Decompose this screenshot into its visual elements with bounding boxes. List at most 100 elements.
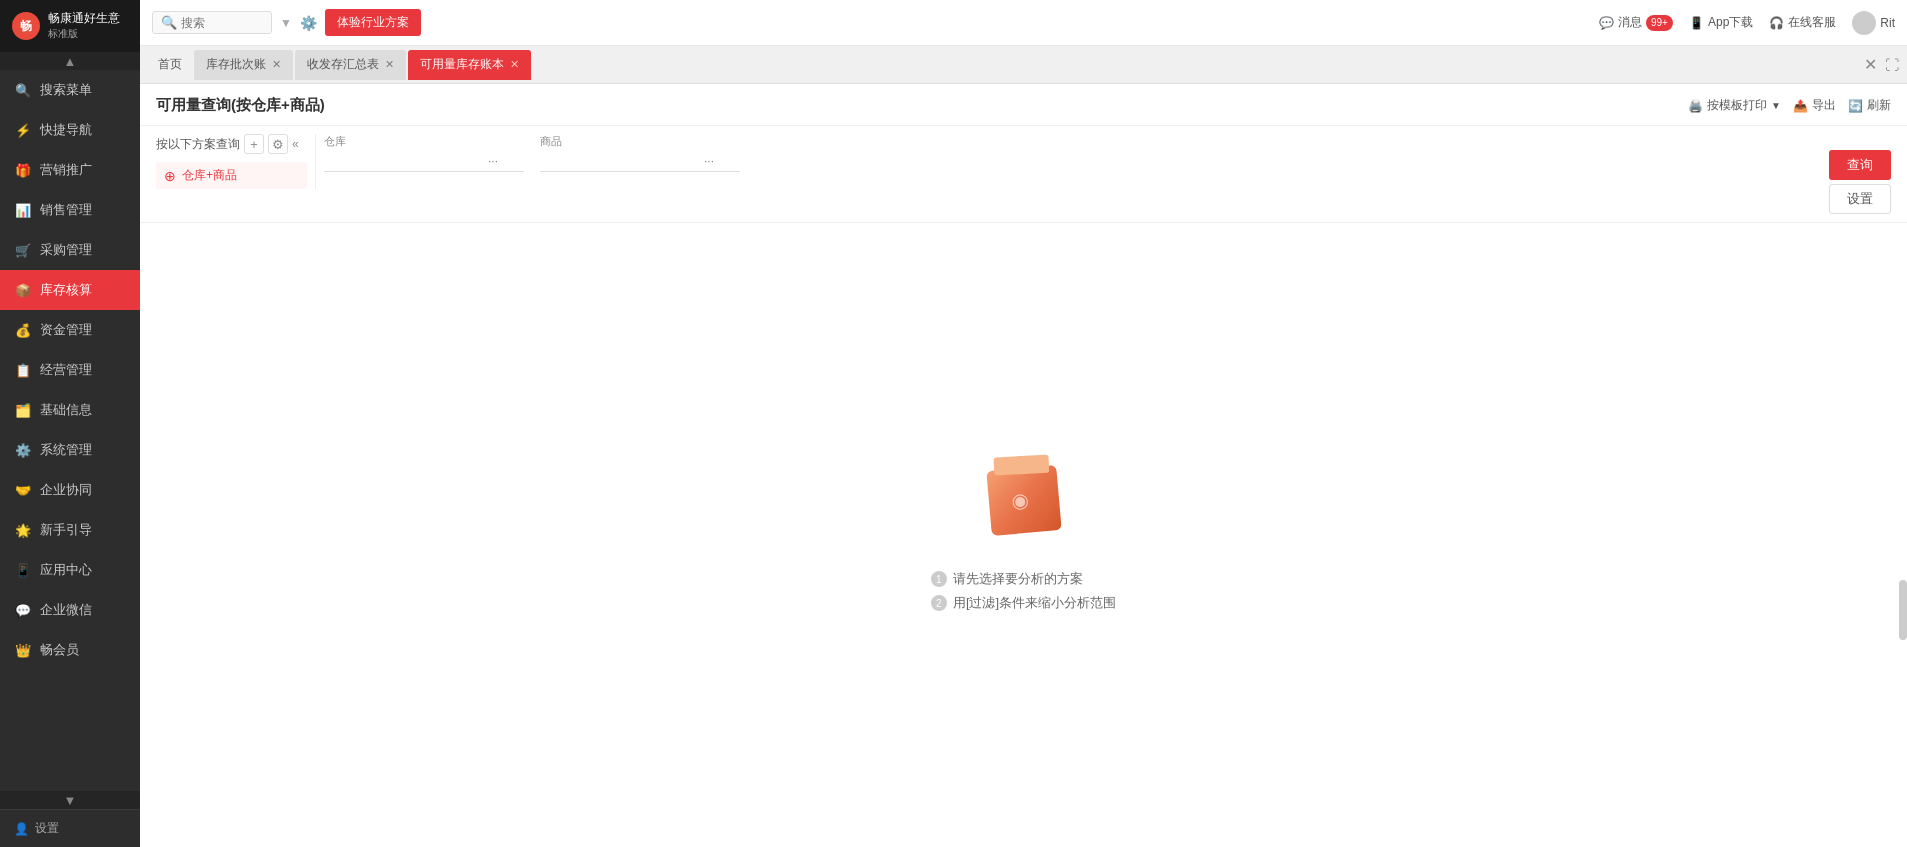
main-wrap: 🔍 ▼ ⚙️ 体验行业方案 💬 消息 99+ 📱 App下载 🎧 在线客服 Ri… xyxy=(140,0,1907,847)
empty-tip-1: 1 请先选择要分析的方案 xyxy=(931,570,1116,588)
sidebar-item-member[interactable]: 👑 畅会员 xyxy=(0,630,140,670)
marketing-icon: 🎁 xyxy=(14,161,32,179)
guide-icon: 🌟 xyxy=(14,521,32,539)
print-icon: 🖨️ xyxy=(1688,99,1703,113)
member-icon: 👑 xyxy=(14,641,32,659)
sidebar-scroll-up[interactable]: ▲ xyxy=(0,52,140,70)
topbar: 🔍 ▼ ⚙️ 体验行业方案 💬 消息 99+ 📱 App下载 🎧 在线客服 Ri… xyxy=(140,0,1907,46)
empty-state: 1 请先选择要分析的方案 2 用[过滤]条件来缩小分析范围 xyxy=(140,223,1907,847)
page-header-actions: 🖨️ 按模板打印 ▼ 📤 导出 🔄 刷新 xyxy=(1688,97,1891,114)
chevron-down-icon[interactable]: ▼ xyxy=(1771,100,1781,111)
operations-icon: 📋 xyxy=(14,361,32,379)
export-icon: 📤 xyxy=(1793,99,1808,113)
sidebar-item-guide[interactable]: 🌟 新手引导 xyxy=(0,510,140,550)
sidebar-item-base[interactable]: 🗂️ 基础信息 xyxy=(0,390,140,430)
page-content: 可用量查询(按仓库+商品) 🖨️ 按模板打印 ▼ 📤 导出 🔄 刷新 xyxy=(140,84,1907,847)
sidebar-item-operations[interactable]: 📋 经营管理 xyxy=(0,350,140,390)
settings-icon: 👤 xyxy=(14,822,29,836)
topbar-search-wrap: 🔍 xyxy=(152,11,272,34)
tab-summary-close[interactable]: ✕ xyxy=(385,58,394,71)
tabs-bar: 首页 库存批次账 ✕ 收发存汇总表 ✕ 可用量库存账本 ✕ ✕ ⛶ xyxy=(140,46,1907,84)
scheme-item-warehouse-product[interactable]: ⊕ 仓库+商品 xyxy=(156,162,307,189)
sidebar-item-shortcut[interactable]: ⚡ 快捷导航 xyxy=(0,110,140,150)
tabs-right-actions: ✕ ⛶ xyxy=(1864,57,1899,73)
filter-actions: 查询 设置 xyxy=(1829,134,1891,214)
message-button[interactable]: 💬 消息 99+ xyxy=(1599,14,1673,31)
empty-box-graphic xyxy=(986,465,1061,536)
print-button[interactable]: 🖨️ 按模板打印 ▼ xyxy=(1688,97,1781,114)
sidebar-footer[interactable]: 👤 设置 xyxy=(0,809,140,847)
sidebar-item-system[interactable]: ⚙️ 系统管理 xyxy=(0,430,140,470)
wechat-icon: 💬 xyxy=(14,601,32,619)
sidebar-nav: 🔍 搜索菜单 ⚡ 快捷导航 🎁 营销推广 📊 销售管理 🛒 采购管理 📦 库存核… xyxy=(0,70,140,791)
sidebar-subtitle: 标准版 xyxy=(48,27,120,41)
sidebar-item-finance[interactable]: 💰 资金管理 xyxy=(0,310,140,350)
refresh-button[interactable]: 🔄 刷新 xyxy=(1848,97,1891,114)
scheme-item-icon: ⊕ xyxy=(164,168,176,184)
tab-home[interactable]: 首页 xyxy=(148,50,192,80)
sidebar-header: 畅 畅康通好生意 标准版 xyxy=(0,0,140,52)
headset-icon: 🎧 xyxy=(1769,16,1784,30)
base-icon: 🗂️ xyxy=(14,401,32,419)
tab-summary[interactable]: 收发存汇总表 ✕ xyxy=(295,50,406,80)
empty-illustration xyxy=(974,458,1074,558)
product-input-wrap: ··· xyxy=(540,151,740,172)
tab-available[interactable]: 可用量库存账本 ✕ xyxy=(408,50,531,80)
search-input[interactable] xyxy=(181,16,261,30)
filter-settings-button[interactable]: 设置 xyxy=(1829,184,1891,214)
export-button[interactable]: 📤 导出 xyxy=(1793,97,1836,114)
sidebar-item-enterprise[interactable]: 🤝 企业协同 xyxy=(0,470,140,510)
sidebar-item-wechat[interactable]: 💬 企业微信 xyxy=(0,590,140,630)
filter-scheme-header: 按以下方案查询 + ⚙ « xyxy=(156,134,307,158)
filter-product-field: 商品 ··· xyxy=(540,134,740,172)
empty-tip-2: 2 用[过滤]条件来缩小分析范围 xyxy=(931,594,1116,612)
warehouse-input-wrap: ··· xyxy=(324,151,524,172)
sidebar-item-search[interactable]: 🔍 搜索菜单 xyxy=(0,70,140,110)
sidebar-item-purchase[interactable]: 🛒 采购管理 xyxy=(0,230,140,270)
sidebar-item-sales[interactable]: 📊 销售管理 xyxy=(0,190,140,230)
collapse-icon[interactable]: « xyxy=(292,137,299,151)
settings-gear-icon[interactable]: ⚙️ xyxy=(300,15,317,31)
expand-tabs-button[interactable]: ⛶ xyxy=(1885,57,1899,73)
topbar-right: 💬 消息 99+ 📱 App下载 🎧 在线客服 Rit xyxy=(1599,11,1895,35)
sidebar-item-marketing[interactable]: 🎁 营销推广 xyxy=(0,150,140,190)
tab-batch[interactable]: 库存批次账 ✕ xyxy=(194,50,293,80)
scheme-settings-button[interactable]: ⚙ xyxy=(268,134,288,154)
refresh-icon: 🔄 xyxy=(1848,99,1863,113)
sidebar: 畅 畅康通好生意 标准版 ▲ 🔍 搜索菜单 ⚡ 快捷导航 🎁 营销推广 📊 销售… xyxy=(0,0,140,847)
close-all-tabs-button[interactable]: ✕ xyxy=(1864,57,1877,73)
filter-warehouse-field: 仓库 ··· xyxy=(324,134,524,172)
purchase-icon: 🛒 xyxy=(14,241,32,259)
app-download-button[interactable]: 📱 App下载 xyxy=(1689,14,1753,31)
finance-icon: 💰 xyxy=(14,321,32,339)
warehouse-more-button[interactable]: ··· xyxy=(488,154,498,168)
phone-icon: 📱 xyxy=(1689,16,1704,30)
enterprise-icon: 🤝 xyxy=(14,481,32,499)
customer-service-button[interactable]: 🎧 在线客服 xyxy=(1769,14,1836,31)
product-more-button[interactable]: ··· xyxy=(704,154,714,168)
page-header: 可用量查询(按仓库+商品) 🖨️ 按模板打印 ▼ 📤 导出 🔄 刷新 xyxy=(140,84,1907,126)
tab-batch-close[interactable]: ✕ xyxy=(272,58,281,71)
filter-fields: 仓库 ··· 商品 ··· xyxy=(324,134,1821,172)
tab-available-close[interactable]: ✕ xyxy=(510,58,519,71)
shortcut-icon: ⚡ xyxy=(14,121,32,139)
product-input[interactable] xyxy=(540,154,700,168)
search-icon: 🔍 xyxy=(161,15,177,30)
page-title: 可用量查询(按仓库+商品) xyxy=(156,96,325,115)
sidebar-item-inventory[interactable]: 📦 库存核算 xyxy=(0,270,140,310)
query-button[interactable]: 查询 xyxy=(1829,150,1891,180)
sidebar-title: 畅康通好生意 xyxy=(48,11,120,27)
system-icon: ⚙️ xyxy=(14,441,32,459)
filter-area: 按以下方案查询 + ⚙ « ⊕ 仓库+商品 仓库 ··· xyxy=(140,126,1907,223)
tip-number-2: 2 xyxy=(931,595,947,611)
sidebar-item-appstore[interactable]: 📱 应用中心 xyxy=(0,550,140,590)
right-scrollbar[interactable] xyxy=(1899,580,1907,640)
user-profile-button[interactable]: Rit xyxy=(1852,11,1895,35)
sales-icon: 📊 xyxy=(14,201,32,219)
message-badge: 99+ xyxy=(1646,15,1673,31)
industry-solution-button[interactable]: 体验行业方案 xyxy=(325,9,421,36)
warehouse-input[interactable] xyxy=(324,154,484,168)
inventory-icon: 📦 xyxy=(14,281,32,299)
add-scheme-button[interactable]: + xyxy=(244,134,264,154)
sidebar-scroll-down[interactable]: ▼ xyxy=(0,791,140,809)
